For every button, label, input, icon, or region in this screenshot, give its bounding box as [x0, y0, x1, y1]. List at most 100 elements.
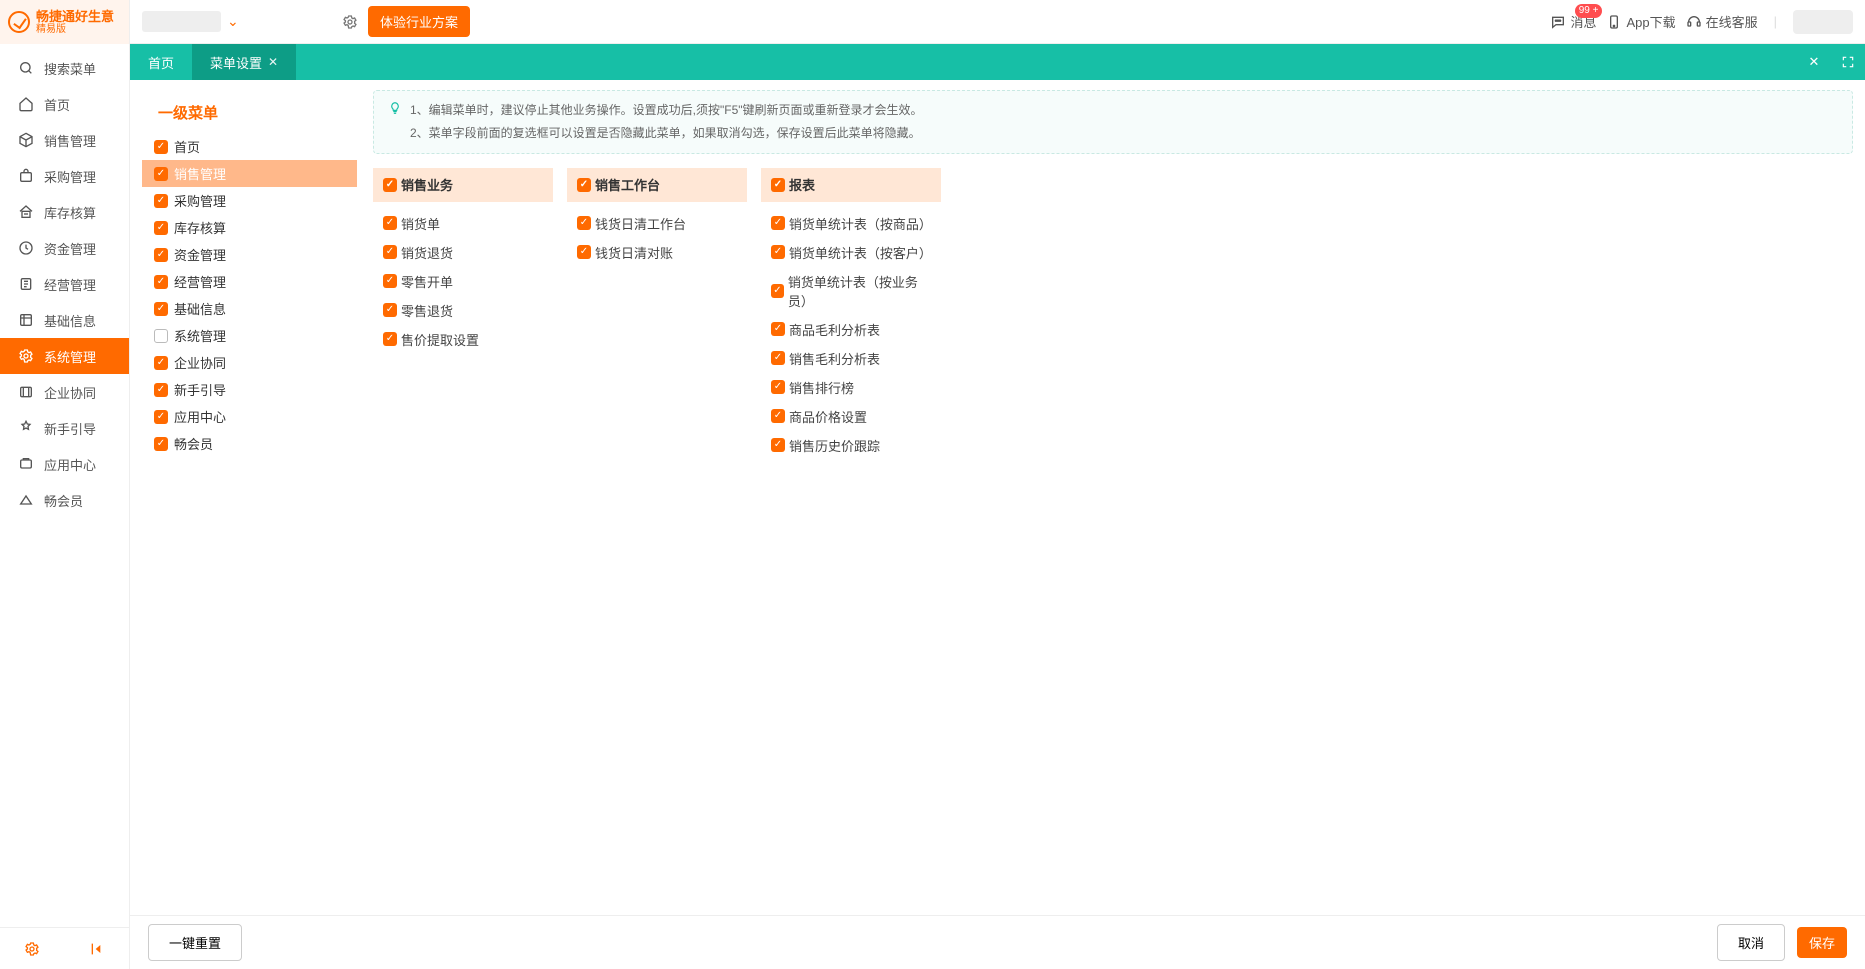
- cancel-button[interactable]: 取消: [1717, 924, 1785, 961]
- level1-item[interactable]: 首页: [142, 133, 357, 160]
- level1-item[interactable]: 销售管理: [142, 160, 357, 187]
- checkbox[interactable]: [383, 178, 397, 192]
- checkbox[interactable]: [154, 356, 168, 370]
- nav-item-6[interactable]: 经营管理: [0, 266, 129, 302]
- save-button[interactable]: 保存: [1797, 927, 1847, 958]
- fullscreen-icon[interactable]: [1831, 44, 1865, 80]
- checkbox[interactable]: [154, 140, 168, 154]
- level1-item-label: 资金管理: [174, 245, 226, 264]
- header-download[interactable]: App下载: [1606, 12, 1675, 31]
- checkbox[interactable]: [771, 438, 785, 452]
- group-header[interactable]: 报表: [761, 168, 941, 202]
- checkbox[interactable]: [154, 437, 168, 451]
- group-header[interactable]: 销售业务: [373, 168, 553, 202]
- checkbox[interactable]: [771, 216, 785, 230]
- checkbox[interactable]: [771, 322, 785, 336]
- level1-item[interactable]: 采购管理: [142, 187, 357, 214]
- nav-icon: [18, 456, 34, 472]
- group-item[interactable]: 商品毛利分析表: [761, 320, 941, 339]
- settings-icon[interactable]: [24, 941, 40, 957]
- tenant-selector[interactable]: ——— ⌄: [142, 11, 332, 32]
- checkbox[interactable]: [771, 284, 784, 298]
- group-item[interactable]: 零售开单: [373, 272, 553, 291]
- checkbox[interactable]: [383, 245, 397, 259]
- group-item[interactable]: 钱货日清对账: [567, 243, 747, 262]
- header-support[interactable]: 在线客服: [1686, 12, 1758, 31]
- group-item[interactable]: 销货单统计表（按客户）: [761, 243, 941, 262]
- checkbox[interactable]: [577, 245, 591, 259]
- checkbox[interactable]: [771, 351, 785, 365]
- nav-item-label: 销售管理: [44, 131, 96, 150]
- nav-item-1[interactable]: 首页: [0, 86, 129, 122]
- nav-item-7[interactable]: 基础信息: [0, 302, 129, 338]
- level1-item[interactable]: 新手引导: [142, 376, 357, 403]
- tab-menu-settings[interactable]: 菜单设置 ✕: [192, 44, 296, 80]
- group-item[interactable]: 零售退货: [373, 301, 553, 320]
- level1-item[interactable]: 资金管理: [142, 241, 357, 268]
- checkbox[interactable]: [154, 383, 168, 397]
- nav-item-4[interactable]: 库存核算: [0, 194, 129, 230]
- group-item[interactable]: 商品价格设置: [761, 407, 941, 426]
- header-gear-icon[interactable]: [342, 14, 358, 30]
- nav-item-10[interactable]: 新手引导: [0, 410, 129, 446]
- level1-item[interactable]: 经营管理: [142, 268, 357, 295]
- group-item[interactable]: 钱货日清工作台: [567, 214, 747, 233]
- checkbox[interactable]: [154, 167, 168, 181]
- checkbox[interactable]: [771, 245, 785, 259]
- collapse-icon[interactable]: [89, 941, 105, 957]
- header-messages[interactable]: 消息 99 +: [1550, 12, 1596, 31]
- group-header[interactable]: 销售工作台: [567, 168, 747, 202]
- industry-cta-button[interactable]: 体验行业方案: [368, 6, 470, 37]
- nav-item-3[interactable]: 采购管理: [0, 158, 129, 194]
- checkbox[interactable]: [577, 216, 591, 230]
- group-item-label: 零售开单: [401, 272, 453, 291]
- checkbox[interactable]: [154, 221, 168, 235]
- nav-item-5[interactable]: 资金管理: [0, 230, 129, 266]
- group-item[interactable]: 售价提取设置: [373, 330, 553, 349]
- nav-item-9[interactable]: 企业协同: [0, 374, 129, 410]
- group-item-label: 零售退货: [401, 301, 453, 320]
- group-item[interactable]: 销售排行榜: [761, 378, 941, 397]
- level1-item-label: 企业协同: [174, 353, 226, 372]
- checkbox[interactable]: [383, 274, 397, 288]
- group-item[interactable]: 销货单: [373, 214, 553, 233]
- nav-item-12[interactable]: 畅会员: [0, 482, 129, 518]
- level1-item[interactable]: 基础信息: [142, 295, 357, 322]
- level1-item-label: 采购管理: [174, 191, 226, 210]
- level1-item[interactable]: 企业协同: [142, 349, 357, 376]
- checkbox[interactable]: [577, 178, 591, 192]
- group-item[interactable]: 销货单统计表（按业务员）: [761, 272, 941, 310]
- close-icon[interactable]: ✕: [268, 55, 278, 69]
- checkbox[interactable]: [154, 275, 168, 289]
- checkbox[interactable]: [154, 248, 168, 262]
- reset-button[interactable]: 一键重置: [148, 924, 242, 961]
- checkbox[interactable]: [154, 302, 168, 316]
- checkbox[interactable]: [771, 409, 785, 423]
- checkbox[interactable]: [383, 332, 397, 346]
- level1-item[interactable]: 系统管理: [142, 322, 357, 349]
- level1-item[interactable]: 畅会员: [142, 430, 357, 457]
- tab-home[interactable]: 首页: [130, 44, 192, 80]
- level1-item[interactable]: 应用中心: [142, 403, 357, 430]
- checkbox[interactable]: [771, 178, 785, 192]
- checkbox[interactable]: [154, 329, 168, 343]
- nav-item-8[interactable]: 系统管理: [0, 338, 129, 374]
- group-item[interactable]: 销货退货: [373, 243, 553, 262]
- checkbox[interactable]: [154, 410, 168, 424]
- group-item[interactable]: 销货单统计表（按商品）: [761, 214, 941, 233]
- nav-item-11[interactable]: 应用中心: [0, 446, 129, 482]
- bulb-icon: [388, 101, 402, 145]
- checkbox[interactable]: [383, 216, 397, 230]
- nav-item-0[interactable]: 搜索菜单: [0, 50, 129, 86]
- checkbox[interactable]: [154, 194, 168, 208]
- checkbox[interactable]: [383, 303, 397, 317]
- tab-current-label: 菜单设置: [210, 53, 262, 72]
- group-item[interactable]: 销售历史价跟踪: [761, 436, 941, 455]
- user-avatar[interactable]: [1793, 10, 1853, 34]
- group-item[interactable]: 销售毛利分析表: [761, 349, 941, 368]
- checkbox[interactable]: [771, 380, 785, 394]
- level1-item[interactable]: 库存核算: [142, 214, 357, 241]
- nav-item-2[interactable]: 销售管理: [0, 122, 129, 158]
- nav-icon: [18, 96, 34, 112]
- tab-close-all-icon[interactable]: ✕: [1797, 44, 1831, 80]
